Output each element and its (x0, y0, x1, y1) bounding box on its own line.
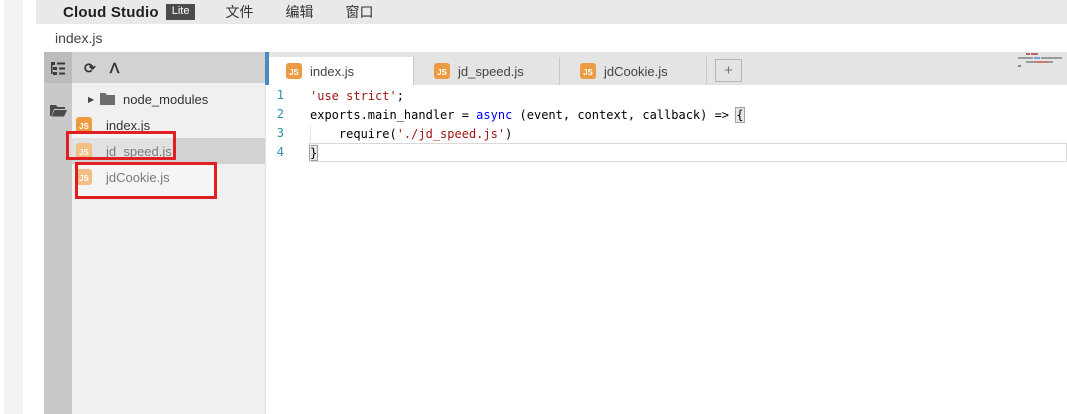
code-text: 'use strict'; (309, 86, 1067, 105)
tab-label: jdCookie.js (604, 64, 668, 79)
breadcrumb-filename[interactable]: index.js (55, 30, 102, 46)
editor-group: JS index.js JS jd_speed.js JS jdCookie.j… (265, 52, 1067, 414)
code-text: require('./jd_speed.js') (309, 124, 1067, 143)
tree-item-jd-speed-js[interactable]: JS jd_speed.js (72, 138, 265, 164)
tab-jd-speed-js[interactable]: JS jd_speed.js (413, 57, 560, 85)
refresh-icon[interactable]: ⟳ (84, 61, 96, 75)
code-line-3[interactable]: 3 require('./jd_speed.js') (266, 124, 1067, 143)
tab-jdcookie-js[interactable]: JS jdCookie.js (560, 57, 707, 85)
editor-tab-bar: JS index.js JS jd_speed.js JS jdCookie.j… (266, 52, 1067, 85)
indent-guide (310, 124, 311, 162)
code-line-2[interactable]: 2 exports.main_handler = async (event, c… (266, 105, 1067, 124)
code-line-4[interactable]: 4 } (266, 143, 1067, 162)
active-panel-accent-bar (265, 52, 269, 85)
js-file-icon: JS (76, 117, 92, 133)
tree-item-label: jdCookie.js (106, 170, 170, 185)
js-file-icon: JS (76, 143, 92, 159)
menu-bar: Cloud Studio Lite 文件 编辑 窗口 (36, 0, 1067, 24)
js-file-icon: JS (580, 63, 596, 79)
menu-window[interactable]: 窗口 (345, 2, 405, 22)
code-text-current-line: } (309, 143, 1067, 162)
file-tree: ▶ node_modules JS index.js JS (72, 83, 265, 190)
tree-item-label: node_modules (123, 92, 208, 107)
open-folder-icon (50, 104, 67, 117)
line-number: 3 (266, 124, 309, 143)
menu-items: 文件 编辑 窗口 (225, 2, 405, 22)
code-line-1[interactable]: 1 'use strict'; (266, 86, 1067, 105)
minimap[interactable] (1018, 53, 1064, 69)
tab-label: index.js (310, 64, 354, 79)
tree-item-jdcookie-js[interactable]: JS jdCookie.js (72, 164, 265, 190)
files-view-button[interactable] (44, 95, 72, 126)
tab-index-js[interactable]: JS index.js (266, 57, 413, 85)
line-number: 2 (266, 105, 309, 124)
menu-file[interactable]: 文件 (225, 2, 285, 22)
workbench: ⟳ ᐱ ▶ node_modules JS (36, 52, 1067, 414)
breadcrumb: index.js (36, 24, 1067, 52)
file-explorer-panel: ⟳ ᐱ ▶ node_modules JS (72, 52, 265, 414)
explorer-view-button[interactable] (44, 52, 72, 83)
lite-badge: Lite (166, 4, 196, 20)
new-tab-button[interactable]: + (715, 59, 742, 82)
tree-item-label: index.js (106, 118, 150, 133)
collapse-all-icon[interactable]: ᐱ (110, 61, 120, 75)
activity-bar (44, 52, 72, 414)
plus-icon: + (724, 63, 733, 78)
line-number: 4 (266, 143, 309, 162)
tree-item-index-js[interactable]: JS index.js (72, 112, 265, 138)
explorer-toolbar: ⟳ ᐱ (72, 52, 265, 83)
code-text: exports.main_handler = async (event, con… (309, 105, 1067, 124)
js-file-icon: JS (76, 169, 92, 185)
tab-label: jd_speed.js (458, 64, 524, 79)
folder-icon (100, 93, 115, 105)
chevron-right-icon[interactable]: ▶ (88, 95, 98, 104)
tree-outline-icon (50, 61, 66, 75)
tree-item-label: jd_speed.js (106, 144, 172, 159)
app-logo: Cloud Studio (63, 4, 159, 21)
js-file-icon: JS (286, 63, 302, 79)
menu-edit[interactable]: 编辑 (285, 2, 345, 22)
cloud-studio-window: Cloud Studio Lite 文件 编辑 窗口 index.js (0, 0, 1067, 414)
line-number: 1 (266, 86, 309, 105)
window-edge-strip (4, 0, 23, 414)
code-editor[interactable]: 1 'use strict'; 2 exports.main_handler =… (266, 85, 1067, 162)
js-file-icon: JS (434, 63, 450, 79)
tree-item-node-modules[interactable]: ▶ node_modules (72, 86, 265, 112)
app-frame: Cloud Studio Lite 文件 编辑 窗口 index.js (36, 0, 1067, 414)
